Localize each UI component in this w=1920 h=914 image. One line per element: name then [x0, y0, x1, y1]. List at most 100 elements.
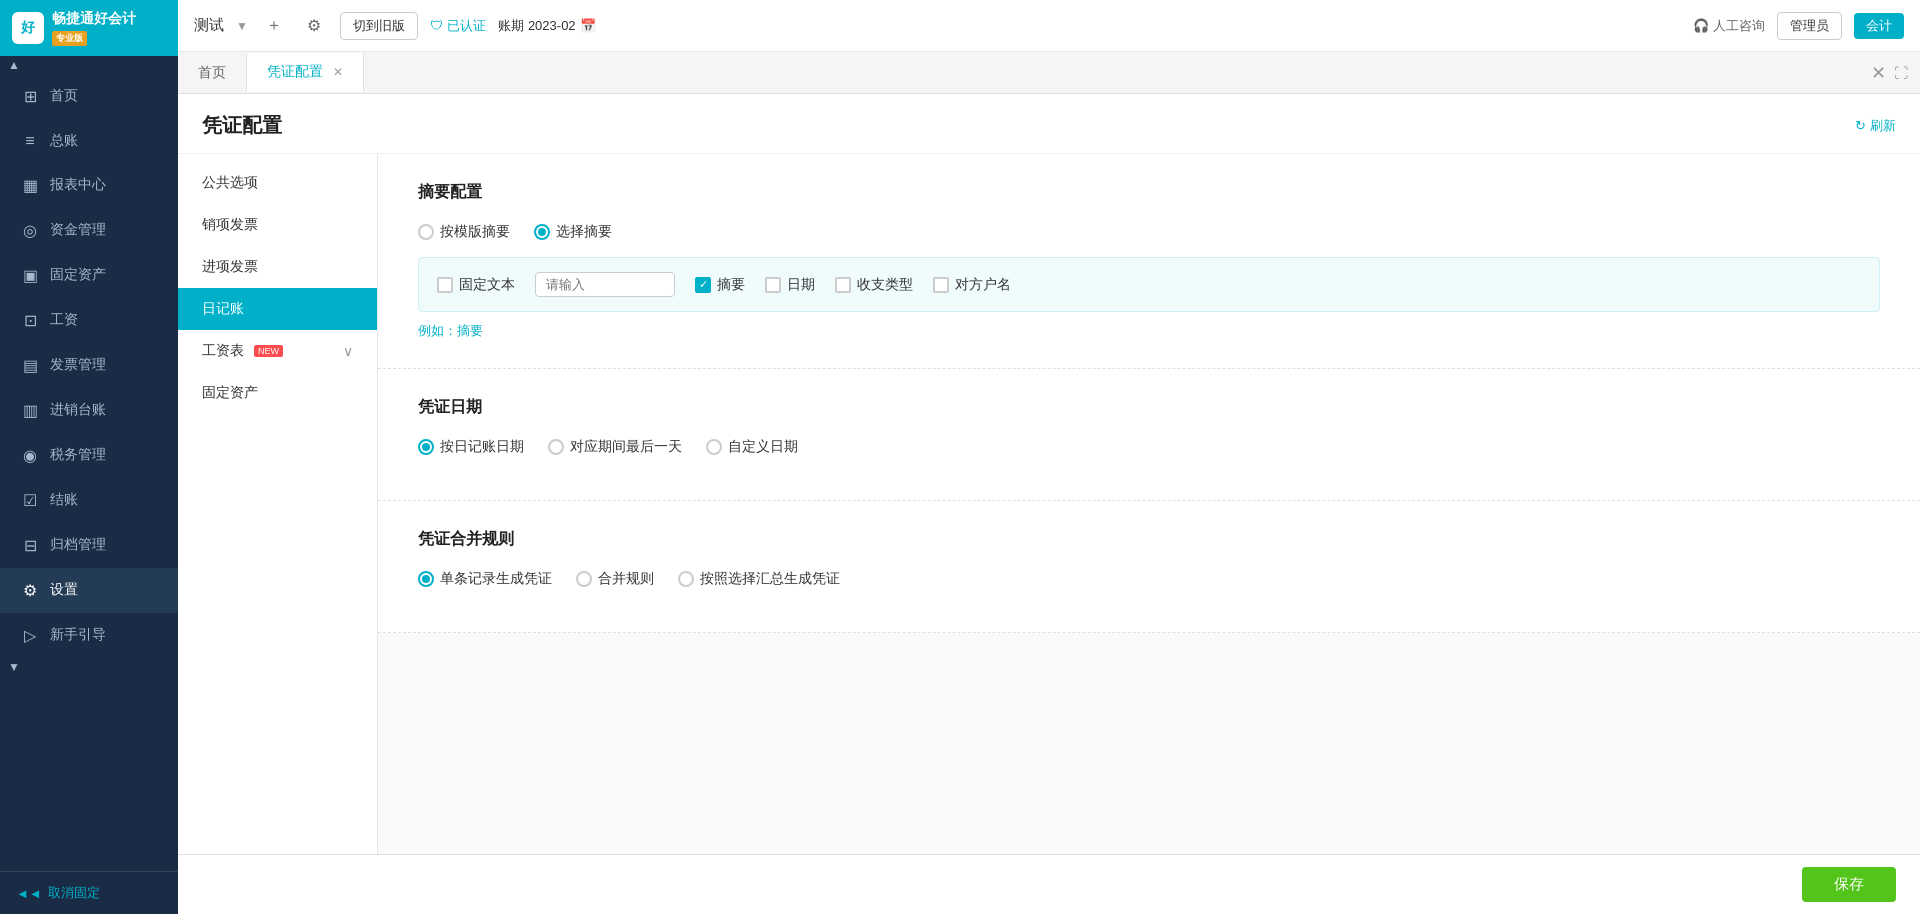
service-button[interactable]: 🎧 人工咨询: [1693, 17, 1765, 35]
sidebar-item-purchase-sales[interactable]: ▥ 进销台账: [0, 388, 178, 433]
checkbox-date[interactable]: 日期: [765, 276, 815, 294]
sidebar-scroll-up[interactable]: ▲: [0, 56, 178, 74]
radio-template-summary[interactable]: 按模版摘要: [418, 223, 510, 241]
left-nav-fixed-assets[interactable]: 固定资产: [178, 372, 377, 414]
checkbox-fixed-text[interactable]: 固定文本: [437, 276, 515, 294]
sidebar-item-settings-label: 设置: [50, 581, 78, 599]
sidebar-item-settings[interactable]: ⚙ 设置: [0, 568, 178, 613]
tab-expand-icon[interactable]: ⛶: [1894, 65, 1908, 81]
radio-period-last-circle: [548, 439, 564, 455]
radio-select-summary[interactable]: 选择摘要: [534, 223, 612, 241]
home-icon: ⊞: [20, 87, 40, 106]
radio-select-merge[interactable]: 按照选择汇总生成凭证: [678, 570, 840, 588]
refresh-button[interactable]: ↻ 刷新: [1855, 117, 1896, 135]
content-layout: 公共选项 销项发票 进项发票 日记账 工资表 NEW ∨ 固定资产: [178, 154, 1920, 854]
tab-close-icon[interactable]: ✕: [333, 65, 343, 79]
add-button[interactable]: ＋: [260, 12, 288, 40]
sidebar-item-fixed-assets[interactable]: ▣ 固定资产: [0, 253, 178, 298]
checkbox-summary[interactable]: ✓ 摘要: [695, 276, 745, 294]
checkbox-payment-type-label: 收支类型: [857, 276, 913, 294]
radio-select-merge-label: 按照选择汇总生成凭证: [700, 570, 840, 588]
left-nav-payroll-table[interactable]: 工资表 NEW ∨: [178, 330, 377, 372]
settings-icon: ⚙: [20, 581, 40, 600]
cancel-fixed-button[interactable]: ◄◄ 取消固定: [0, 871, 178, 914]
shield-icon: 🛡: [430, 18, 443, 33]
tab-close-window-icon[interactable]: ✕: [1871, 62, 1886, 84]
left-nav-fixed-assets-label: 固定资产: [202, 384, 258, 402]
sidebar-item-tax[interactable]: ◉ 税务管理: [0, 433, 178, 478]
left-nav-purchase-invoice-label: 进项发票: [202, 258, 258, 276]
top-header: 测试 ▼ ＋ ⚙ 切到旧版 🛡 已认证 账期 2023-02 📅 🎧 人工咨询 …: [178, 0, 1920, 52]
sidebar-item-reports-label: 报表中心: [50, 176, 106, 194]
radio-single-record[interactable]: 单条记录生成凭证: [418, 570, 552, 588]
sidebar-item-payroll[interactable]: ⊡ 工资: [0, 298, 178, 343]
settings-gear-button[interactable]: ⚙: [300, 12, 328, 40]
checkbox-counterparty[interactable]: 对方户名: [933, 276, 1011, 294]
radio-journal-date-label: 按日记账日期: [440, 438, 524, 456]
checkbox-date-label: 日期: [787, 276, 815, 294]
checkbox-payment-type[interactable]: 收支类型: [835, 276, 913, 294]
sidebar: 好 畅捷通好会计 专业版 ▲ ⊞ 首页 ≡ 总账 ▦ 报表中心 ◎ 资金管理 ▣…: [0, 0, 178, 914]
radio-select-label: 选择摘要: [556, 223, 612, 241]
summary-radio-group: 按模版摘要 选择摘要: [418, 223, 1880, 241]
company-dropdown-icon[interactable]: ▼: [236, 19, 248, 33]
logo-text: 畅捷通好会计: [52, 10, 136, 27]
sidebar-item-reports[interactable]: ▦ 报表中心: [0, 163, 178, 208]
left-nav-journal[interactable]: 日记账: [178, 288, 377, 330]
switch-old-button[interactable]: 切到旧版: [340, 12, 418, 40]
refresh-label: 刷新: [1870, 117, 1896, 135]
voucher-date-section: 凭证日期 按日记账日期 对应期间最后一天 自定义日期: [378, 369, 1920, 501]
sidebar-item-closing[interactable]: ☑ 结账: [0, 478, 178, 523]
left-nav-public[interactable]: 公共选项: [178, 162, 377, 204]
sidebar-item-funds[interactable]: ◎ 资金管理: [0, 208, 178, 253]
service-label: 人工咨询: [1713, 17, 1765, 35]
sidebar-item-ledger[interactable]: ≡ 总账: [0, 119, 178, 163]
page-title: 凭证配置: [202, 112, 282, 139]
radio-journal-date[interactable]: 按日记账日期: [418, 438, 524, 456]
accountant-button[interactable]: 会计: [1854, 13, 1904, 39]
checkbox-counterparty-label: 对方户名: [955, 276, 1011, 294]
payroll-icon: ⊡: [20, 311, 40, 330]
pro-badge: 专业版: [52, 31, 87, 46]
save-bar: 保存: [178, 854, 1920, 914]
left-nav-purchase-invoice[interactable]: 进项发票: [178, 246, 377, 288]
sidebar-item-guide[interactable]: ▷ 新手引导: [0, 613, 178, 658]
sidebar-item-ledger-label: 总账: [50, 132, 78, 150]
checkbox-date-box: [765, 277, 781, 293]
fixed-text-input[interactable]: [535, 272, 675, 297]
radio-merge-rules[interactable]: 合并规则: [576, 570, 654, 588]
tab-voucher-config[interactable]: 凭证配置 ✕: [247, 53, 364, 92]
invoice-icon: ▤: [20, 356, 40, 375]
cancel-fixed-label: 取消固定: [48, 884, 100, 902]
left-nav-payroll-table-label: 工资表: [202, 342, 244, 360]
sidebar-item-invoice[interactable]: ▤ 发票管理: [0, 343, 178, 388]
funds-icon: ◎: [20, 221, 40, 240]
save-button[interactable]: 保存: [1802, 867, 1896, 902]
company-name: 测试: [194, 16, 224, 35]
radio-period-last[interactable]: 对应期间最后一天: [548, 438, 682, 456]
period-info: 账期 2023-02 📅: [498, 17, 596, 35]
tab-home[interactable]: 首页: [178, 54, 247, 92]
calendar-icon[interactable]: 📅: [580, 18, 596, 33]
tab-voucher-config-label: 凭证配置: [267, 63, 323, 81]
period-label: 账期: [498, 17, 524, 35]
admin-button[interactable]: 管理员: [1777, 12, 1842, 40]
left-nav-sales-invoice[interactable]: 销项发票: [178, 204, 377, 246]
certified-label: 已认证: [447, 17, 486, 35]
sidebar-item-archive-label: 归档管理: [50, 536, 106, 554]
example-text: 例如：摘要: [418, 322, 1880, 340]
sidebar-item-home-label: 首页: [50, 87, 78, 105]
left-nav: 公共选项 销项发票 进项发票 日记账 工资表 NEW ∨ 固定资产: [178, 154, 378, 854]
sidebar-item-funds-label: 资金管理: [50, 221, 106, 239]
sidebar-item-guide-label: 新手引导: [50, 626, 106, 644]
headset-icon: 🎧: [1693, 18, 1709, 33]
sidebar-item-home[interactable]: ⊞ 首页: [0, 74, 178, 119]
radio-custom-date[interactable]: 自定义日期: [706, 438, 798, 456]
main-area: 测试 ▼ ＋ ⚙ 切到旧版 🛡 已认证 账期 2023-02 📅 🎧 人工咨询 …: [178, 0, 1920, 914]
checkbox-payment-type-box: [835, 277, 851, 293]
sidebar-item-archive[interactable]: ⊟ 归档管理: [0, 523, 178, 568]
voucher-date-radio-group: 按日记账日期 对应期间最后一天 自定义日期: [418, 438, 1880, 456]
checkbox-fixed-text-box: [437, 277, 453, 293]
sidebar-scroll-down[interactable]: ▼: [0, 658, 178, 676]
payroll-expand-icon[interactable]: ∨: [343, 343, 353, 359]
